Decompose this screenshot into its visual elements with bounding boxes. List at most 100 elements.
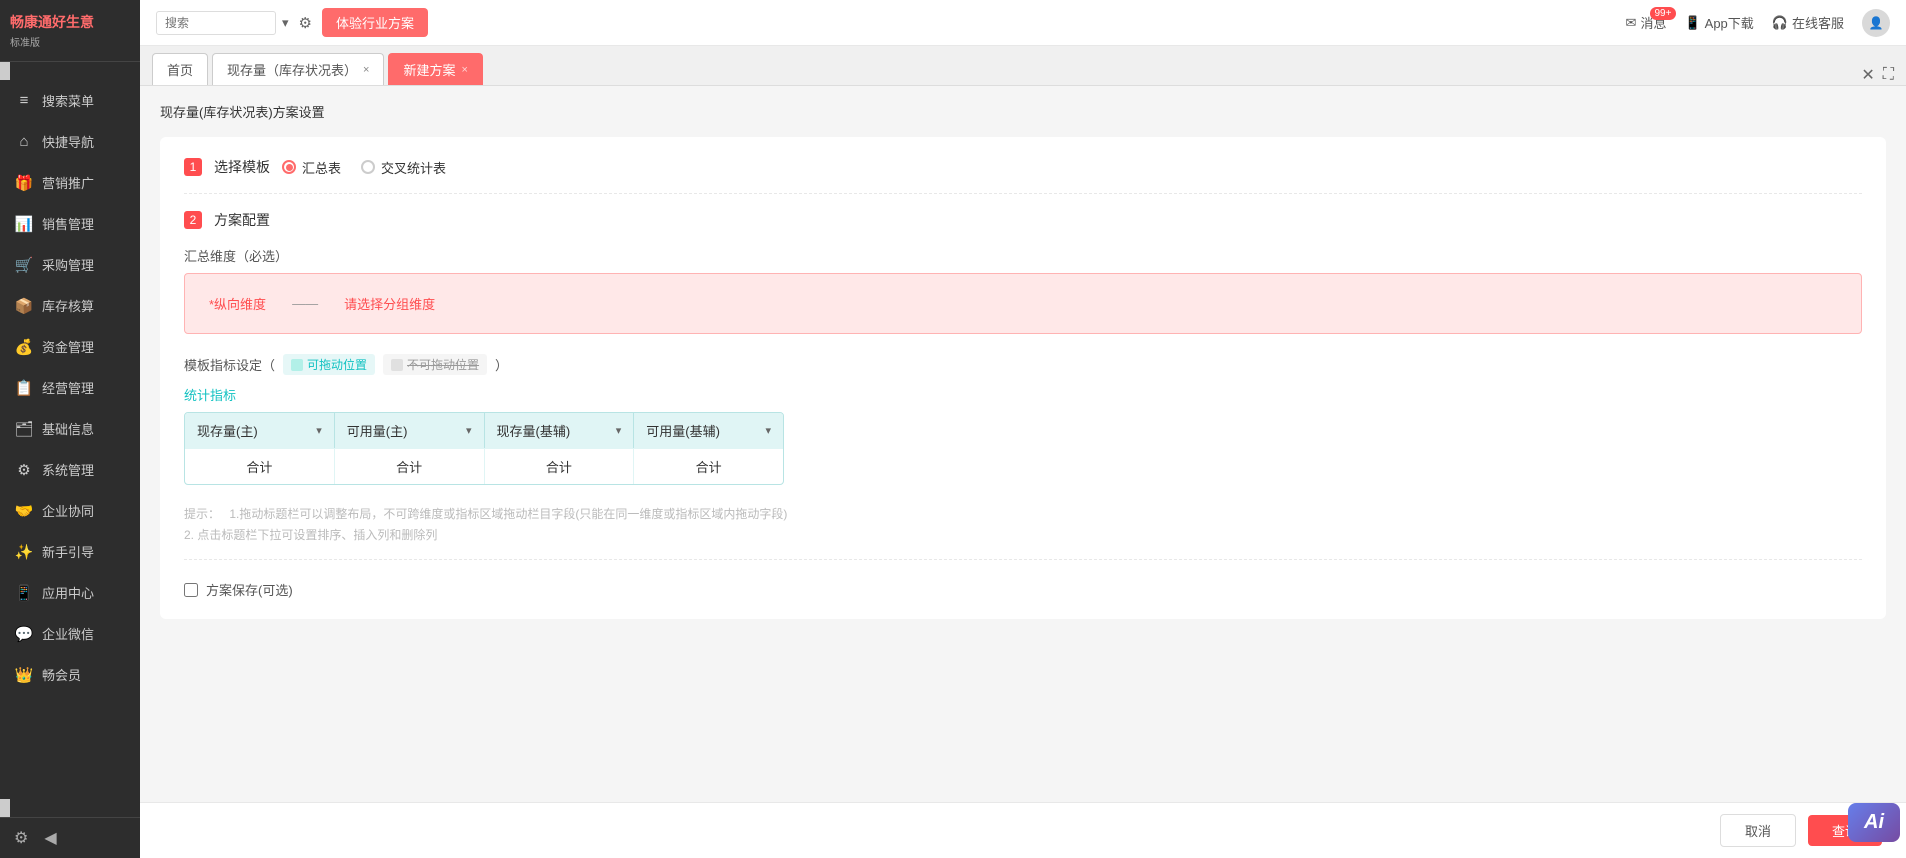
sidebar-scroll-bottom[interactable]: ▼ bbox=[0, 799, 10, 817]
save-option: 方案保存(可选) bbox=[184, 580, 1862, 599]
search-menu-icon: ≡ bbox=[14, 92, 34, 109]
col-available-aux-chevron[interactable]: ▾ bbox=[765, 424, 771, 437]
tab-inventory-status[interactable]: 现存量（库存状况表） × bbox=[212, 53, 384, 85]
cell-current-aux: 合计 bbox=[485, 449, 635, 484]
app-edition: 标准版 bbox=[10, 34, 130, 49]
sidebar-item-quick-nav[interactable]: ⌂ 快捷导航 bbox=[0, 121, 140, 162]
search-input[interactable] bbox=[156, 11, 276, 35]
dimension-box[interactable]: *纵向维度 —— 请选择分组维度 bbox=[184, 273, 1862, 334]
col-current-main-chevron[interactable]: ▾ bbox=[316, 424, 322, 437]
trial-btn[interactable]: 体验行业方案 bbox=[322, 8, 428, 37]
dropdown-icon[interactable]: ▾ bbox=[282, 15, 289, 31]
sidebar-footer: ⚙ ◀ bbox=[0, 817, 140, 858]
basic-info-icon: 🗂 bbox=[14, 420, 34, 438]
sidebar-item-label: 搜索菜单 bbox=[42, 91, 94, 110]
indicator-settings-title: 模板指标设定（ bbox=[184, 355, 275, 374]
app-name: 畅康通好生意 bbox=[10, 12, 130, 32]
col-current-aux[interactable]: 现存量(基辅) ▾ bbox=[485, 413, 635, 448]
sidebar-item-label: 资金管理 bbox=[42, 337, 94, 356]
sidebar-item-member[interactable]: 👑 畅会员 bbox=[0, 654, 140, 695]
radio-cross-dot bbox=[361, 160, 375, 174]
sidebar-item-label: 采购管理 bbox=[42, 255, 94, 274]
sidebar-item-purchase[interactable]: 🛒 采购管理 bbox=[0, 244, 140, 285]
sidebar-item-system[interactable]: ⚙ 系统管理 bbox=[0, 449, 140, 490]
sidebar-item-label: 基础信息 bbox=[42, 419, 94, 438]
sidebar-item-label: 经营管理 bbox=[42, 378, 94, 397]
app-download-label: App下载 bbox=[1705, 13, 1754, 32]
dimension-title: 汇总维度（必选） bbox=[184, 246, 1862, 265]
sidebar-item-basic-info[interactable]: 🗂 基础信息 bbox=[0, 408, 140, 449]
app-download-btn[interactable]: 📱 App下载 bbox=[1684, 13, 1753, 32]
sidebar-item-enterprise-wechat[interactable]: 💬 企业微信 bbox=[0, 613, 140, 654]
divider-2 bbox=[184, 559, 1862, 560]
sidebar-item-label: 库存核算 bbox=[42, 296, 94, 315]
tab-expand-btn[interactable]: ⛶ bbox=[1883, 66, 1894, 84]
message-btn[interactable]: ✉ 消息 99+ bbox=[1626, 13, 1667, 32]
sidebar-scroll-top[interactable]: ▲ bbox=[0, 62, 10, 80]
step2-row: 2 方案配置 bbox=[184, 210, 1862, 230]
finance-icon: 💰 bbox=[14, 338, 34, 356]
cell-current-main: 合计 bbox=[185, 449, 335, 484]
enterprise-icon: 🤝 bbox=[14, 502, 34, 520]
movable-chip: 可拖动位置 bbox=[283, 354, 375, 375]
sidebar-item-label: 新手引导 bbox=[42, 542, 94, 561]
col-current-main[interactable]: 现存量(主) ▾ bbox=[185, 413, 335, 448]
sidebar-item-inventory[interactable]: 📦 库存核算 bbox=[0, 285, 140, 326]
operations-icon: 📋 bbox=[14, 379, 34, 397]
stats-label: 统计指标 bbox=[184, 385, 1862, 404]
radio-cross[interactable]: 交叉统计表 bbox=[361, 158, 446, 177]
divider-1 bbox=[184, 193, 1862, 194]
template-radio-group: 汇总表 交叉统计表 bbox=[282, 158, 446, 177]
scroll-up-btn[interactable]: ▲ bbox=[0, 62, 10, 80]
sidebar-settings-icon[interactable]: ⚙ bbox=[14, 828, 28, 848]
sidebar-item-label: 快捷导航 bbox=[42, 132, 94, 151]
radio-summary-label: 汇总表 bbox=[302, 158, 341, 177]
dimension-arrow: —— bbox=[292, 296, 318, 311]
col-available-aux[interactable]: 可用量(基辅) ▾ bbox=[634, 413, 783, 448]
col-current-main-label: 现存量(主) bbox=[197, 421, 258, 440]
col-available-main[interactable]: 可用量(主) ▾ bbox=[335, 413, 485, 448]
footer: 取消 查询 bbox=[140, 802, 1906, 858]
sidebar-item-new-guide[interactable]: ✨ 新手引导 bbox=[0, 531, 140, 572]
scroll-down-btn[interactable]: ▼ bbox=[0, 799, 10, 817]
sidebar-item-label: 企业协同 bbox=[42, 501, 94, 520]
sidebar-item-sales[interactable]: 📊 销售管理 bbox=[0, 203, 140, 244]
cancel-button[interactable]: 取消 bbox=[1720, 814, 1796, 847]
tab-inventory-close-icon[interactable]: × bbox=[363, 64, 369, 76]
sidebar-item-search-menu[interactable]: ≡ 搜索菜单 bbox=[0, 80, 140, 121]
tab-new-plan-label: 新建方案 bbox=[403, 60, 455, 79]
step1-label: 选择模板 bbox=[214, 157, 270, 177]
tab-home[interactable]: 首页 bbox=[152, 53, 208, 85]
tab-close-all-btn[interactable]: ✕ bbox=[1861, 65, 1874, 85]
topbar-gear-icon[interactable]: ⚙ bbox=[299, 14, 312, 32]
purchase-icon: 🛒 bbox=[14, 256, 34, 274]
customer-service-btn[interactable]: 🎧 在线客服 bbox=[1772, 13, 1844, 32]
headphone-icon: 🎧 bbox=[1772, 15, 1788, 31]
sidebar-item-label: 营销推广 bbox=[42, 173, 94, 192]
sidebar-item-enterprise[interactable]: 🤝 企业协同 bbox=[0, 490, 140, 531]
radio-cross-label: 交叉统计表 bbox=[381, 158, 446, 177]
col-available-main-chevron[interactable]: ▾ bbox=[466, 424, 472, 437]
col-current-aux-label: 现存量(基辅) bbox=[497, 421, 571, 440]
sidebar-collapse-icon[interactable]: ◀ bbox=[44, 828, 56, 848]
save-checkbox[interactable] bbox=[184, 583, 198, 597]
tabbar-right-actions: ✕ ⛶ bbox=[1861, 65, 1894, 85]
dimension-required-label: *纵向维度 bbox=[209, 294, 266, 313]
step1-row: 1 选择模板 汇总表 交叉统计表 bbox=[184, 157, 1862, 177]
tab-new-plan[interactable]: 新建方案 × bbox=[388, 53, 482, 85]
radio-summary[interactable]: 汇总表 bbox=[282, 158, 341, 177]
col-current-aux-chevron[interactable]: ▾ bbox=[616, 424, 622, 437]
customer-service-label: 在线客服 bbox=[1792, 13, 1844, 32]
sidebar-item-marketing[interactable]: 🎁 营销推广 bbox=[0, 162, 140, 203]
user-avatar[interactable]: 👤 bbox=[1862, 9, 1890, 37]
content-area: 现存量(库存状况表)方案设置 1 选择模板 汇总表 交叉统计表 bbox=[140, 86, 1906, 802]
tab-home-label: 首页 bbox=[167, 60, 193, 79]
ai-badge[interactable]: Ai bbox=[1848, 803, 1900, 842]
indicator-label: 模板指标设定（ 可拖动位置 不可拖动位置 ） bbox=[184, 354, 1862, 375]
sidebar-item-app-center[interactable]: 📱 应用中心 bbox=[0, 572, 140, 613]
sidebar-item-finance[interactable]: 💰 资金管理 bbox=[0, 326, 140, 367]
sidebar-item-operations[interactable]: 📋 经营管理 bbox=[0, 367, 140, 408]
tab-new-plan-close-icon[interactable]: × bbox=[461, 64, 467, 76]
tabbar: 首页 现存量（库存状况表） × 新建方案 × ✕ ⛶ bbox=[140, 46, 1906, 86]
dimension-hint: 请选择分组维度 bbox=[344, 294, 435, 313]
